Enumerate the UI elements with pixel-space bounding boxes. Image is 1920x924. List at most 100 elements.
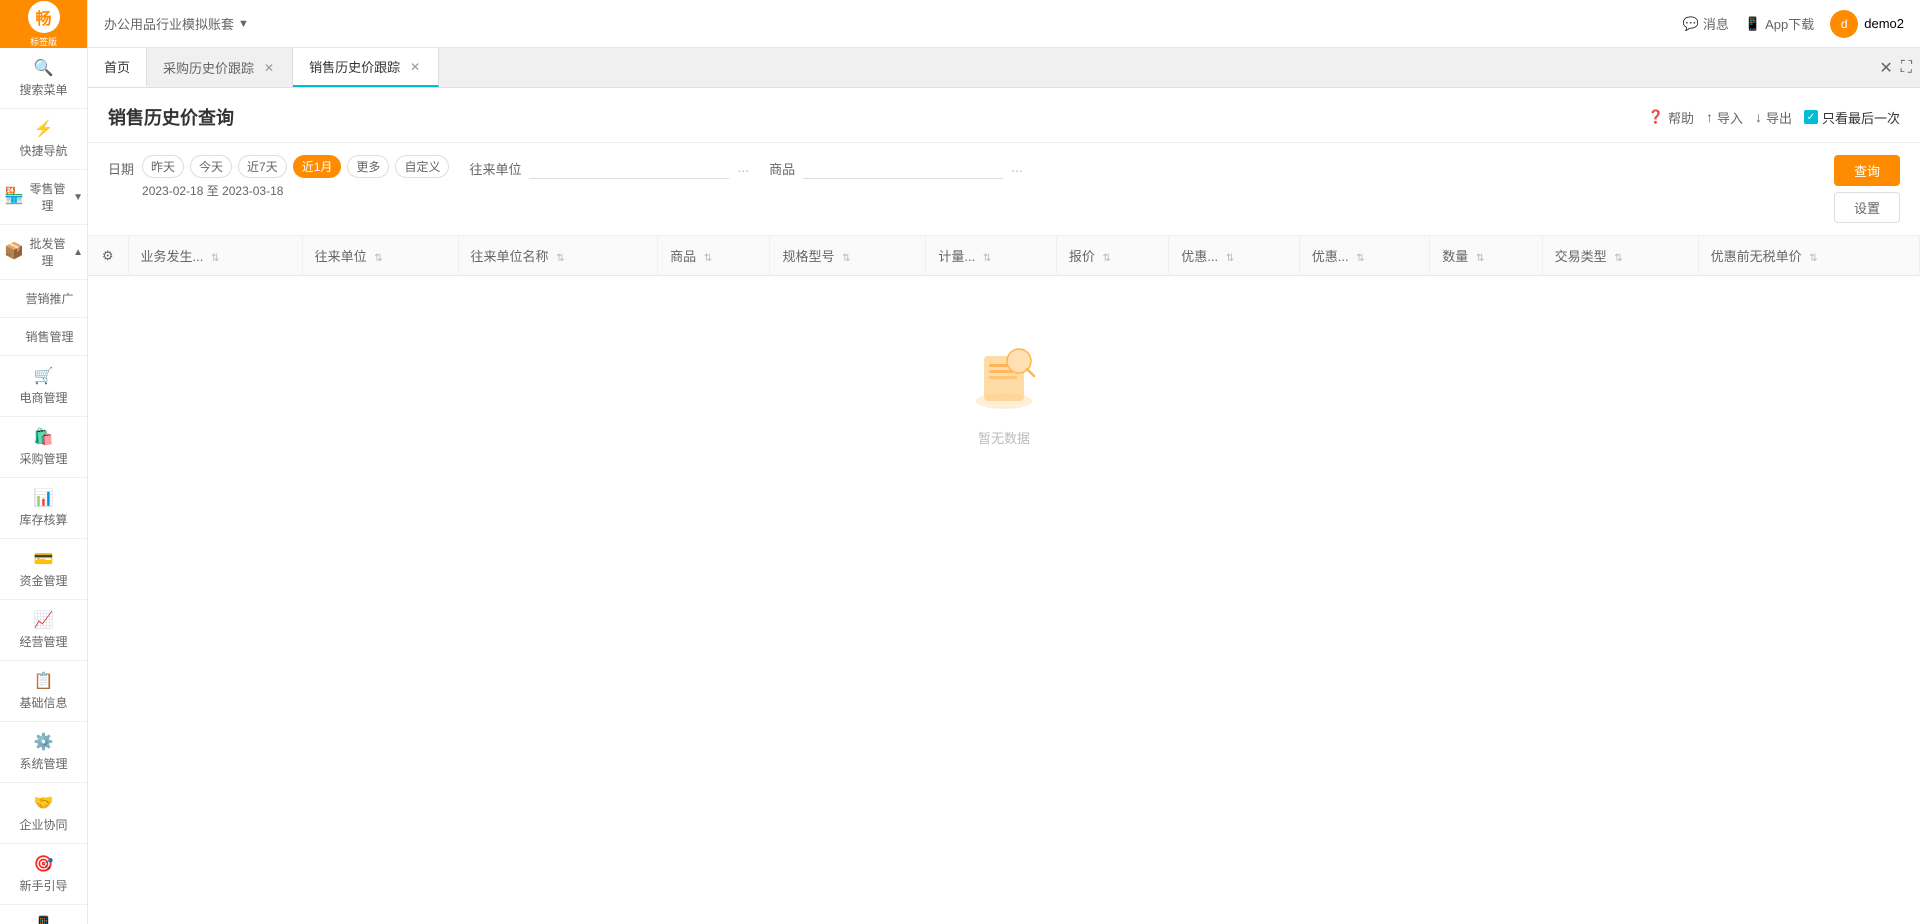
date-btn-custom[interactable]: 自定义 (395, 155, 449, 178)
product-filter-label: 商品 (769, 155, 795, 178)
col-partner-code[interactable]: 往来单位 ⇅ (302, 236, 458, 276)
export-icon: ↓ (1755, 109, 1762, 125)
date-btn-last1month[interactable]: 近1月 (293, 155, 342, 178)
date-btn-yesterday[interactable]: 昨天 (142, 155, 184, 178)
date-filter-label: 日期 (108, 155, 134, 178)
tab-sales-history[interactable]: 销售历史价跟踪 ✕ (293, 48, 439, 87)
app-download-button[interactable]: 📱 App下载 (1745, 14, 1814, 33)
date-range-display: 2023-02-18 至 2023-03-18 (142, 182, 449, 199)
tab-purchase-history[interactable]: 采购历史价跟踪 ✕ (147, 48, 293, 87)
partner-input[interactable] (529, 155, 729, 179)
help-label: 帮助 (1668, 108, 1694, 127)
col-quantity[interactable]: 数量 ⇅ (1430, 236, 1542, 276)
inventory-icon: 📊 (34, 488, 54, 508)
col-partner-name[interactable]: 往来单位名称 ⇅ (458, 236, 658, 276)
close-purchase-history-tab-button[interactable]: ✕ (262, 59, 276, 77)
sidebar-item-wholesale[interactable]: 📦 批发管理 ▲ (0, 225, 87, 280)
col-unit[interactable]: 计量... ⇅ (926, 236, 1057, 276)
app-download-label: App下载 (1765, 14, 1814, 33)
sidebar-logo[interactable]: 畅 标签版 (0, 0, 87, 48)
date-btn-more[interactable]: 更多 (347, 155, 389, 178)
sidebar-item-marketing[interactable]: 营销推广 (0, 280, 87, 318)
sidebar-item-finance[interactable]: 💳 资金管理 (0, 539, 87, 600)
filter-settings-button[interactable]: 设置 (1834, 192, 1900, 223)
sidebar-item-enterprise[interactable]: 🤝 企业协同 (0, 783, 87, 844)
export-label: 导出 (1766, 108, 1792, 127)
col-discount1[interactable]: 优惠... ⇅ (1169, 236, 1300, 276)
close-sales-history-tab-button[interactable]: ✕ (408, 58, 422, 76)
sidebar-item-system[interactable]: ⚙️ 系统管理 (0, 722, 87, 783)
col-quantity-label: 数量 (1442, 249, 1468, 264)
dropdown-arrow-icon: ▼ (238, 18, 249, 30)
main-area: 办公用品行业模拟账套 ▼ 💬 消息 📱 App下载 d demo2 首页 采购历… (88, 0, 1920, 924)
sidebar-item-newbie[interactable]: 🎯 新手引导 (0, 844, 87, 905)
col-trade-type[interactable]: 交易类型 ⇅ (1542, 236, 1698, 276)
data-table: ⚙ 业务发生... ⇅ 往来单位 ⇅ 往来单位名称 ⇅ (88, 236, 1920, 276)
tab-home[interactable]: 首页 (88, 48, 147, 87)
product-input[interactable] (803, 155, 1003, 179)
sidebar-item-label: 采购管理 (19, 450, 67, 467)
export-button[interactable]: ↓ 导出 (1755, 108, 1792, 127)
date-btn-today[interactable]: 今天 (190, 155, 232, 178)
sidebar: 畅 标签版 🔍 搜索菜单 ⚡ 快捷导航 🏪 零售管理 ▼ 📦 批发管理 ▲ 营销… (0, 0, 88, 924)
sidebar-item-inventory[interactable]: 📊 库存核算 (0, 478, 87, 539)
sidebar-item-label: 基础信息 (19, 694, 67, 711)
col-biz-date[interactable]: 业务发生... ⇅ (128, 236, 302, 276)
sidebar-item-quick-nav[interactable]: ⚡ 快捷导航 (0, 109, 87, 170)
column-settings-button[interactable]: ⚙ (88, 236, 128, 276)
query-button[interactable]: 查询 (1834, 155, 1900, 186)
sidebar-item-sales[interactable]: 销售管理 (0, 318, 87, 356)
date-btn-last7days[interactable]: 近7天 (238, 155, 287, 178)
avatar: d (1830, 10, 1858, 38)
sidebar-item-label: 批发管理 (26, 235, 69, 269)
sidebar-item-basic-info[interactable]: 📋 基础信息 (0, 661, 87, 722)
page-actions: ❓ 帮助 ↑ 导入 ↓ 导出 ✓ 只看最后一次 (1648, 108, 1900, 127)
product-filter-group: 商品 ... (769, 155, 1023, 179)
purchase-icon: 🛍️ (34, 427, 54, 447)
import-button[interactable]: ↑ 导入 (1706, 108, 1743, 127)
sidebar-item-search[interactable]: 🔍 搜索菜单 (0, 48, 87, 109)
message-button[interactable]: 💬 消息 (1683, 14, 1729, 33)
sidebar-item-retail[interactable]: 🏪 零售管理 ▼ (0, 170, 87, 225)
col-unit-label: 计量... (938, 249, 975, 264)
help-button[interactable]: ❓ 帮助 (1648, 108, 1694, 127)
sort-icon: ⇅ (1226, 253, 1234, 264)
product-picker-dots[interactable]: ... (1011, 159, 1023, 175)
app-name-dropdown[interactable]: 办公用品行业模拟账套 ▼ (104, 14, 249, 33)
sidebar-item-label: 系统管理 (19, 755, 67, 772)
sort-icon: ⇅ (1356, 253, 1364, 264)
sort-icon: ⇅ (1809, 253, 1817, 264)
partner-filter-label: 往来单位 (469, 155, 521, 178)
col-discount2[interactable]: 优惠... ⇅ (1299, 236, 1430, 276)
partner-picker-dots[interactable]: ... (737, 159, 749, 175)
only-last-checkbox[interactable]: ✓ 只看最后一次 (1804, 108, 1900, 127)
expand-button[interactable]: ⛶ (1901, 59, 1912, 77)
sidebar-nav: 🔍 搜索菜单 ⚡ 快捷导航 🏪 零售管理 ▼ 📦 批发管理 ▲ 营销推广 销售管… (0, 48, 87, 924)
sidebar-item-ecommerce[interactable]: 🛒 电商管理 (0, 356, 87, 417)
user-info[interactable]: d demo2 (1830, 10, 1904, 38)
finance-icon: 💳 (34, 549, 54, 569)
col-pre-tax-price[interactable]: 优惠前无税单价 ⇅ (1698, 236, 1919, 276)
sidebar-item-label: 企业协同 (19, 816, 67, 833)
col-quote[interactable]: 报价 ⇅ (1056, 236, 1168, 276)
system-icon: ⚙️ (34, 732, 54, 752)
col-quote-label: 报价 (1069, 249, 1095, 264)
partner-filter-group: 往来单位 ... (469, 155, 749, 179)
filter-action-buttons: 查询 设置 (1834, 155, 1900, 223)
logo-text: 标签版 (30, 35, 57, 48)
tab-sales-history-label: 销售历史价跟踪 (309, 57, 400, 76)
col-product[interactable]: 商品 ⇅ (658, 236, 770, 276)
sidebar-item-label: 营销推广 (25, 290, 73, 307)
sidebar-item-operation[interactable]: 📈 经营管理 (0, 600, 87, 661)
filter-bar: 日期 昨天 今天 近7天 近1月 更多 自定义 2023-02-18 至 202… (88, 143, 1920, 236)
col-spec[interactable]: 规格型号 ⇅ (770, 236, 926, 276)
sidebar-item-app-center[interactable]: 📱 应用中心 (0, 905, 87, 924)
sort-icon: ⇅ (1103, 253, 1111, 264)
page-header: 销售历史价查询 ❓ 帮助 ↑ 导入 ↓ 导出 ✓ 只看最后一次 (88, 88, 1920, 143)
checkbox-label-text: 只看最后一次 (1822, 108, 1900, 127)
sidebar-item-label: 销售管理 (25, 328, 73, 345)
close-all-tabs-button[interactable]: ✕ (1879, 58, 1892, 78)
app-download-icon: 📱 (1745, 16, 1761, 32)
app-name-label: 办公用品行业模拟账套 (104, 14, 234, 33)
sidebar-item-purchase[interactable]: 🛍️ 采购管理 (0, 417, 87, 478)
